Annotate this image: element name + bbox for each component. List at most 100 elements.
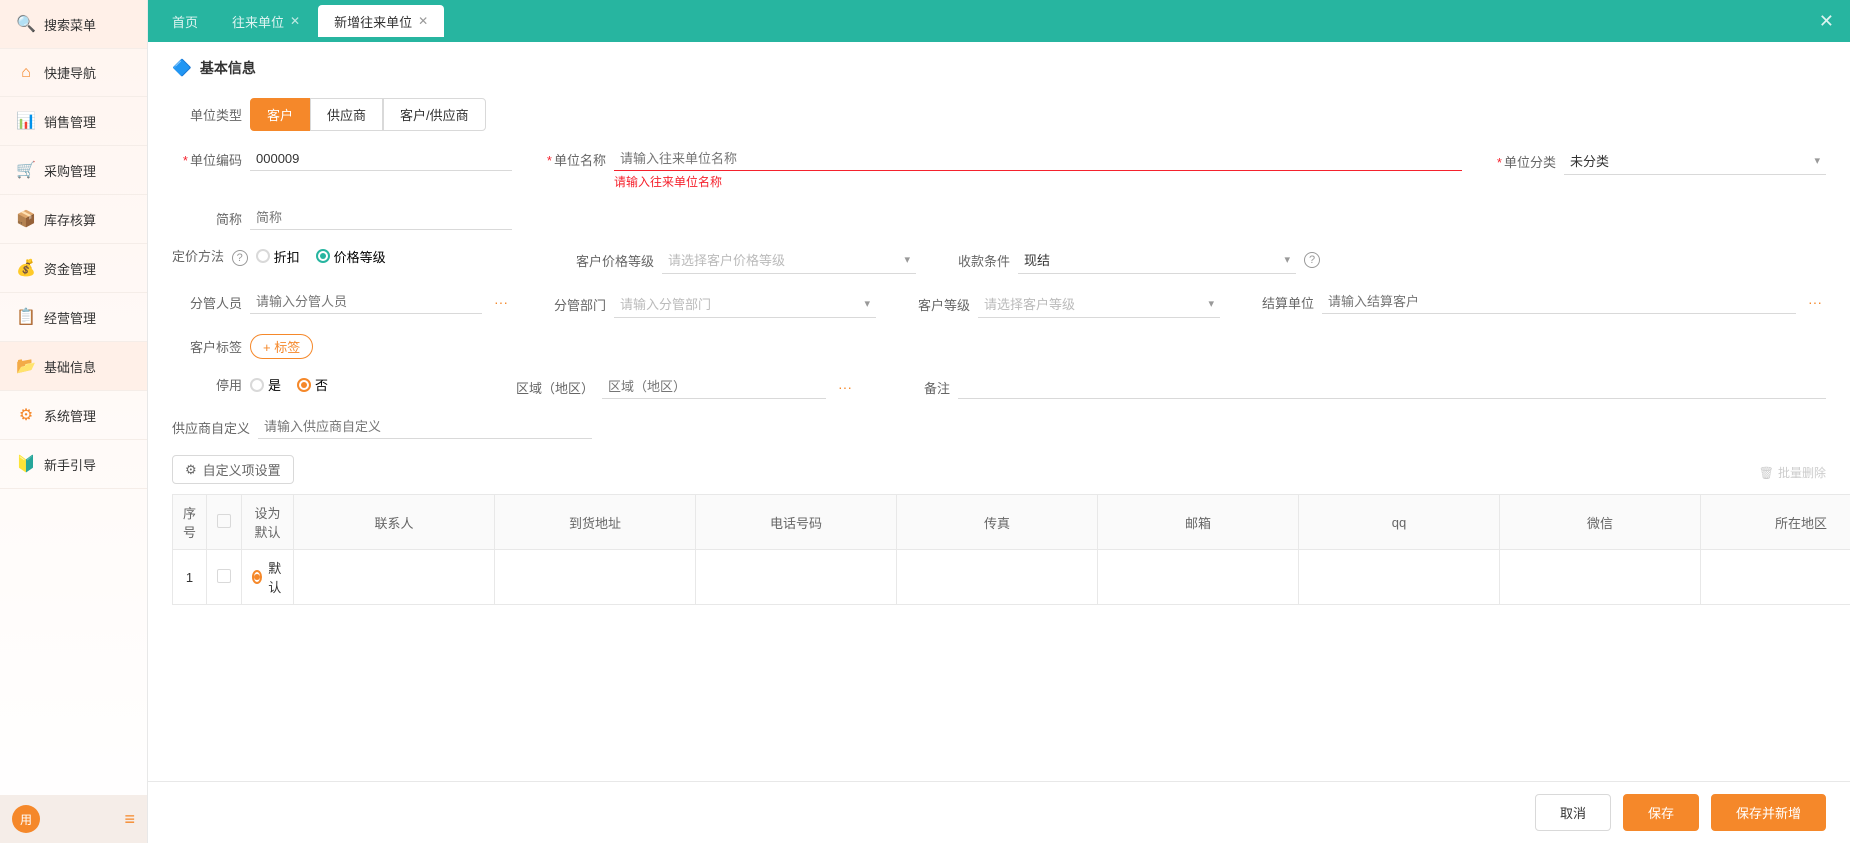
payment-help-icon[interactable]: ? xyxy=(1304,252,1320,268)
tab-trading-unit[interactable]: 往来单位 ✕ xyxy=(216,5,316,37)
cell-contact[interactable] xyxy=(294,550,495,605)
disabled-no-radio[interactable]: 否 xyxy=(297,375,328,394)
cell-wechat[interactable] xyxy=(1500,550,1701,605)
sidebar-item-label: 系统管理 xyxy=(44,406,96,425)
unit-type-supplier-btn[interactable]: 供应商 xyxy=(310,98,383,131)
level-radio-circle xyxy=(316,249,330,263)
settings-row: ⚙ 自定义项设置 🗑 批量删除 xyxy=(172,455,1826,494)
sidebar-item-operations[interactable]: 📋 经营管理 xyxy=(0,293,147,342)
dept-select[interactable]: 请输入分管部门 ▾ xyxy=(614,290,876,318)
custom-settings-button[interactable]: ⚙ 自定义项设置 xyxy=(172,455,294,484)
unit-category-label: *单位分类 xyxy=(1486,152,1556,171)
tab-new-trading-unit[interactable]: 新增往来单位 ✕ xyxy=(318,5,444,37)
pricing-level-radio[interactable]: 价格等级 xyxy=(316,247,386,266)
remarks-field: 备注 xyxy=(880,375,1826,399)
unit-name-input[interactable] xyxy=(614,147,1462,171)
customer-level-select[interactable]: 请选择客户等级 ▾ xyxy=(978,290,1220,318)
search-icon: 🔍 xyxy=(16,14,36,34)
pricing-row: 定价方法 ? 折扣 价格等级 客户价格等级 xyxy=(172,246,1826,274)
no-radio-circle xyxy=(297,378,311,392)
cell-fax[interactable] xyxy=(897,550,1098,605)
unit-name-field: *单位名称 xyxy=(536,147,1462,171)
disabled-label: 停用 xyxy=(172,375,242,394)
sidebar-item-system[interactable]: ⚙ 系统管理 xyxy=(0,391,147,440)
cell-region[interactable] xyxy=(1701,550,1850,605)
wechat-input[interactable] xyxy=(1510,566,1690,589)
short-name-input[interactable] xyxy=(250,206,512,230)
sidebar-item-search[interactable]: 🔍 搜索菜单 xyxy=(0,0,147,49)
col-email: 邮箱 xyxy=(1098,495,1299,550)
region-input[interactable] xyxy=(602,375,826,399)
manager-dots-btn[interactable]: ··· xyxy=(490,294,512,310)
tab-home[interactable]: 首页 xyxy=(156,5,214,37)
save-button[interactable]: 保存 xyxy=(1623,794,1699,831)
sidebar-item-guide[interactable]: 🔰 新手引导 xyxy=(0,440,147,489)
settlement-unit-input[interactable] xyxy=(1322,290,1796,314)
unit-type-customer-btn[interactable]: 客户 xyxy=(250,98,310,131)
contact-input[interactable] xyxy=(304,566,484,589)
address-input[interactable] xyxy=(505,566,685,589)
customer-price-select[interactable]: 请选择客户价格等级 ▾ xyxy=(662,246,916,274)
sidebar-item-quicknav[interactable]: ⌂ 快捷导航 xyxy=(0,49,147,97)
cell-default: 默认 xyxy=(242,550,294,605)
close-trading-unit-tab[interactable]: ✕ xyxy=(290,15,300,27)
manager-input[interactable] xyxy=(250,290,482,314)
short-name-row: 简称 xyxy=(172,206,1826,230)
unit-category-select[interactable]: 未分类 ▾ xyxy=(1564,147,1826,175)
unit-name-wrapper: *单位名称 请输入往来单位名称 xyxy=(536,147,1462,190)
cancel-button[interactable]: 取消 xyxy=(1535,794,1611,831)
default-radio[interactable]: 默认 xyxy=(252,558,283,596)
clipboard-icon: 📋 xyxy=(16,307,36,327)
box-icon: 📦 xyxy=(16,209,36,229)
settlement-unit-dots-btn[interactable]: ··· xyxy=(1804,294,1826,310)
row-checkbox[interactable] xyxy=(217,569,231,583)
region-dots-btn[interactable]: ··· xyxy=(834,379,856,395)
sidebar-item-label: 基础信息 xyxy=(44,357,96,376)
fax-input[interactable] xyxy=(907,566,1087,589)
disabled-yes-radio[interactable]: 是 xyxy=(250,375,281,394)
window-close-button[interactable]: ✕ xyxy=(1811,11,1842,32)
sidebar-item-stock[interactable]: 📦 库存核算 xyxy=(0,195,147,244)
add-tag-button[interactable]: + 标签 xyxy=(250,334,313,359)
region-table-input[interactable] xyxy=(1711,566,1850,589)
supplier-custom-label: 供应商自定义 xyxy=(172,418,250,437)
cell-address[interactable] xyxy=(495,550,696,605)
sidebar-item-finance[interactable]: 💰 资金管理 xyxy=(0,244,147,293)
batch-delete-label[interactable]: 批量删除 xyxy=(1778,464,1826,481)
unit-type-both-btn[interactable]: 客户/供应商 xyxy=(383,98,486,131)
sidebar-item-basicinfo[interactable]: 📂 基础信息 xyxy=(0,342,147,391)
remarks-input[interactable] xyxy=(958,375,1826,399)
sidebar-item-purchase[interactable]: 🛒 采购管理 xyxy=(0,146,147,195)
pricing-help-icon[interactable]: ? xyxy=(232,250,248,266)
qq-input[interactable] xyxy=(1309,566,1489,589)
cell-email[interactable] xyxy=(1098,550,1299,605)
chart-icon: 📊 xyxy=(16,111,36,131)
select-all-checkbox[interactable] xyxy=(217,514,231,528)
dept-label: 分管部门 xyxy=(536,295,606,314)
close-new-trading-unit-tab[interactable]: ✕ xyxy=(418,15,428,27)
pricing-discount-radio[interactable]: 折扣 xyxy=(256,247,300,266)
guide-icon: 🔰 xyxy=(16,454,36,474)
save-and-new-button[interactable]: 保存并新增 xyxy=(1711,794,1826,831)
email-input[interactable] xyxy=(1108,566,1288,589)
chevron-down-icon3: ▾ xyxy=(1284,253,1290,266)
sidebar-item-sales[interactable]: 📊 销售管理 xyxy=(0,97,147,146)
cell-phone[interactable] xyxy=(696,550,897,605)
section-basic-info: 🔷 基本信息 xyxy=(172,58,1826,78)
payment-terms-select[interactable]: 现结 ▾ xyxy=(1018,246,1296,274)
unit-code-input[interactable] xyxy=(250,147,512,171)
phone-input[interactable] xyxy=(706,566,886,589)
sidebar-item-label: 库存核算 xyxy=(44,210,96,229)
unit-type-field: 单位类型 客户 供应商 客户/供应商 xyxy=(172,98,1826,131)
unit-type-label: 单位类型 xyxy=(172,105,242,124)
payment-terms-label: 收款条件 xyxy=(940,251,1010,270)
table-row: 1 默认 xyxy=(173,550,1850,605)
sidebar-footer: 用 ≡ xyxy=(0,795,147,843)
section-title-text: 基本信息 xyxy=(200,58,256,78)
folder-icon: 📂 xyxy=(16,356,36,376)
customer-price-label: 客户价格等级 xyxy=(576,251,654,270)
customer-tag-row: 客户标签 + 标签 xyxy=(172,334,1826,359)
cell-qq[interactable] xyxy=(1299,550,1500,605)
main-area: 首页 往来单位 ✕ 新增往来单位 ✕ ✕ 🔷 基本信息 单位类型 客户 供应商 … xyxy=(148,0,1850,843)
supplier-custom-input[interactable] xyxy=(258,415,592,439)
